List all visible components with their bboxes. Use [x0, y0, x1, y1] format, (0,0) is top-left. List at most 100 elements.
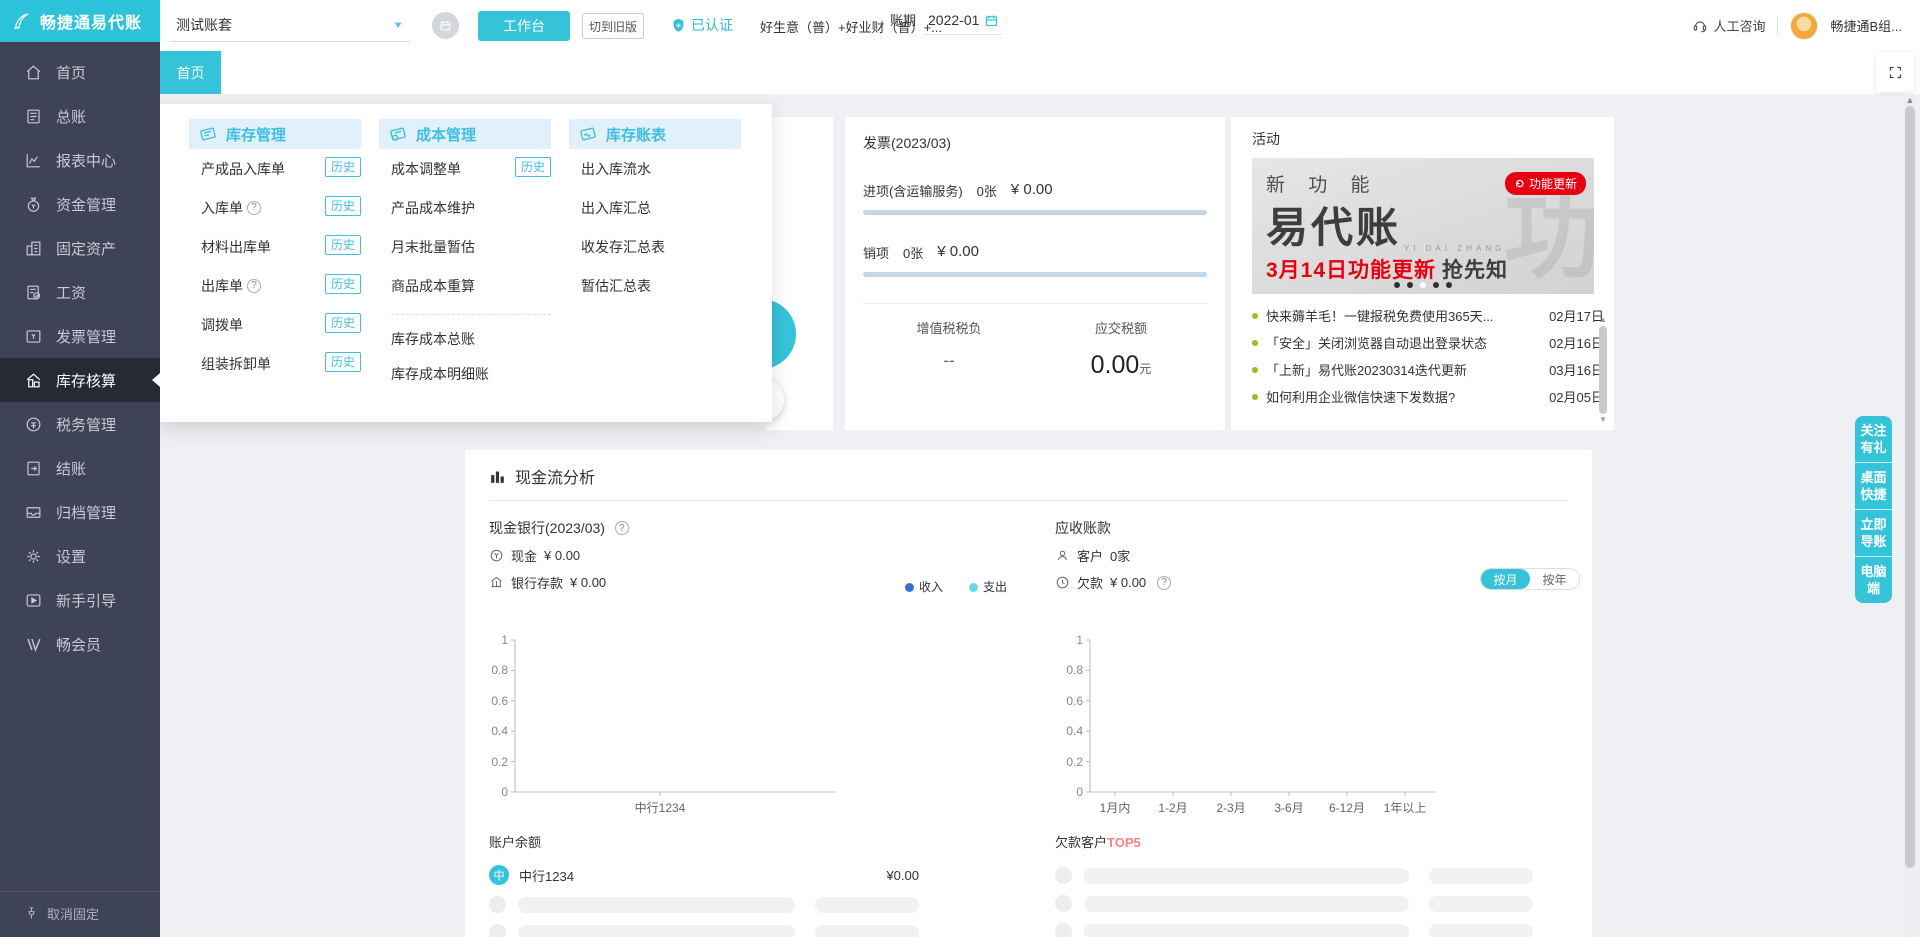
sidebar-item-home[interactable]: 首页: [0, 50, 160, 94]
history-badge[interactable]: 历史: [324, 274, 361, 294]
history-badge[interactable]: 历史: [514, 157, 551, 177]
banner-sub-title: YI DAI ZHANG: [1404, 244, 1506, 253]
sidebar-item-inventory-accounting[interactable]: 库存核算: [0, 358, 160, 402]
sidebar-item-label: 新手引导: [56, 592, 117, 610]
menu-item[interactable]: 入库单? 历史: [189, 188, 361, 227]
news-item[interactable]: 「安全」关闭浏览器自动退出登录状态 02月16日: [1252, 329, 1604, 356]
menu-item[interactable]: 产品成本维护: [379, 188, 551, 227]
scroll-up-arrow[interactable]: ▲: [1904, 94, 1916, 106]
user-avatar[interactable]: [1790, 11, 1819, 40]
help-icon[interactable]: ?: [614, 521, 629, 535]
calendar-circle-button[interactable]: [432, 12, 459, 39]
cash-bank-title: 现金银行(2023/03) ?: [489, 518, 1035, 538]
badge-pc-client[interactable]: 电脑端: [1855, 557, 1892, 603]
workbench-button[interactable]: 工作台: [478, 11, 570, 41]
menu-item[interactable]: 材料出库单 历史: [189, 227, 361, 266]
activity-scrollbar[interactable]: ▲ ▼: [1598, 316, 1608, 426]
user-name[interactable]: 畅捷通B组...: [1830, 16, 1902, 35]
sidebar-item-invoice-management[interactable]: 发票管理: [0, 314, 160, 358]
calendar-icon: [440, 21, 451, 31]
bank-icon: [491, 576, 502, 588]
toggle-by-year[interactable]: 按年: [1530, 569, 1579, 589]
play-video-icon: [26, 593, 41, 607]
promo-banner[interactable]: 功 新 功 能 功能更新 易代账 YI DAI ZHANG 3月14日功能更新抢…: [1252, 158, 1594, 294]
activity-panel: 活动 功 新 功 能 功能更新 易代账 YI DAI ZHANG 3月14日功能…: [1231, 117, 1614, 430]
period-value: 2022-01: [928, 12, 980, 28]
menu-item[interactable]: 调拨单 历史: [189, 305, 361, 344]
history-badge[interactable]: 历史: [324, 157, 361, 177]
legend-expense[interactable]: 支出: [969, 578, 1007, 595]
help-icon[interactable]: ?: [247, 200, 261, 215]
menu-item[interactable]: 商品成本重算: [379, 266, 551, 305]
badge-import-now[interactable]: 立即 导账: [1855, 510, 1892, 557]
scroll-up-arrow[interactable]: ▲: [1598, 316, 1608, 324]
history-badge[interactable]: 历史: [324, 313, 361, 333]
account-set-selector[interactable]: 测试账套 ▼: [170, 8, 410, 42]
history-badge[interactable]: 历史: [324, 352, 361, 372]
menu-item[interactable]: 库存成本总账: [379, 324, 551, 354]
menu-item[interactable]: 暂估汇总表: [569, 266, 741, 305]
sidebar-item-settings[interactable]: 设置: [0, 534, 160, 578]
scroll-down-arrow[interactable]: ▼: [1598, 416, 1608, 424]
menu-item[interactable]: 收发存汇总表: [569, 227, 741, 266]
menu-item[interactable]: 组装拆卸单 历史: [189, 344, 361, 383]
badge-follow-gift[interactable]: 关注 有礼: [1855, 416, 1892, 463]
legend-income[interactable]: 收入: [905, 578, 943, 595]
menu-item[interactable]: 出入库流水: [569, 149, 741, 188]
invoice-output-row: 销项 0张 ¥ 0.00: [863, 243, 979, 261]
toggle-by-month[interactable]: 按月: [1481, 569, 1530, 589]
sidebar-item-closing[interactable]: 结账: [0, 446, 160, 490]
carousel-dot[interactable]: [1446, 282, 1452, 288]
menu-item[interactable]: 出库单? 历史: [189, 266, 361, 305]
banner-main-title: 易代账: [1266, 204, 1402, 251]
news-item[interactable]: 「上新」易代账20230314迭代更新 03月16日: [1252, 356, 1604, 383]
sidebar-item-general-ledger[interactable]: 总账: [0, 94, 160, 138]
bar-chart-icon: [491, 471, 504, 483]
carousel-dot[interactable]: [1407, 282, 1413, 288]
scrollbar-thumb[interactable]: [1599, 326, 1607, 414]
certified-badge[interactable]: 已认证: [670, 15, 733, 35]
calendar-icon: [986, 15, 998, 26]
carousel-dot[interactable]: [1394, 282, 1400, 288]
sidebar-item-label: 库存核算: [56, 372, 117, 390]
menu-item[interactable]: 月末批量暂估: [379, 227, 551, 266]
sidebar-item-label: 发票管理: [56, 328, 117, 346]
sidebar-item-funds[interactable]: 资金管理: [0, 182, 160, 226]
sidebar-item-beginner-guide[interactable]: 新手引导: [0, 578, 160, 622]
sidebar-item-membership[interactable]: 畅会员: [0, 622, 160, 666]
menu-item[interactable]: 出入库汇总: [569, 188, 741, 227]
svg-text:0.8: 0.8: [491, 663, 508, 677]
help-icon[interactable]: ?: [1157, 575, 1172, 590]
help-icon[interactable]: ?: [247, 278, 261, 293]
page-scrollbar-thumb[interactable]: [1905, 106, 1915, 868]
tab-home[interactable]: 首页: [160, 51, 221, 94]
menu-item[interactable]: 成本调整单 历史: [379, 149, 551, 188]
badge-desktop-shortcut[interactable]: 桌面 快捷: [1855, 463, 1892, 510]
switch-old-version-button[interactable]: 切到旧版: [582, 13, 644, 39]
sidebar-item-archive[interactable]: 归档管理: [0, 490, 160, 534]
sidebar-item-tax-management[interactable]: 税务管理: [0, 402, 160, 446]
svg-text:1月内: 1月内: [1100, 801, 1131, 815]
sidebar-item-payroll[interactable]: 工资: [0, 270, 160, 314]
page-scrollbar[interactable]: ▲: [1904, 94, 1916, 937]
invoice-panel: 发票(2023/03) 进项(含运输服务) 0张 ¥ 0.00 销项 0张 ¥ 0.00…: [845, 117, 1225, 430]
sidebar-item-fixed-assets[interactable]: 固定资产: [0, 226, 160, 270]
balance-row[interactable]: 中 中行1234 ¥0.00: [489, 865, 919, 885]
period-picker[interactable]: 2022-01: [924, 12, 1004, 35]
svg-text:3-6月: 3-6月: [1274, 801, 1303, 815]
carousel-dot[interactable]: [1420, 282, 1426, 288]
account-set-name: 测试账套: [176, 16, 232, 33]
news-item[interactable]: 如何利用企业微信快速下发数据? 02月05日: [1252, 383, 1604, 410]
banner-line3: 3月14日功能更新 抢先知: [1266, 259, 1509, 282]
history-badge[interactable]: 历史: [324, 196, 361, 216]
unpin-sidebar-button[interactable]: 取消固定: [0, 891, 160, 937]
app-logo[interactable]: 畅捷通易代账: [0, 0, 160, 42]
history-badge[interactable]: 历史: [324, 235, 361, 255]
menu-item[interactable]: 库存成本明细账: [379, 354, 551, 393]
support-link[interactable]: 人工咨询: [1692, 16, 1765, 35]
sidebar-item-report-center[interactable]: 报表中心: [0, 138, 160, 182]
fullscreen-button[interactable]: [1876, 52, 1914, 92]
menu-item[interactable]: 产成品入库单 历史: [189, 149, 361, 188]
carousel-dot[interactable]: [1433, 282, 1439, 288]
news-item[interactable]: 快来薅羊毛！一键报税免费使用365天... 02月17日: [1252, 302, 1604, 329]
